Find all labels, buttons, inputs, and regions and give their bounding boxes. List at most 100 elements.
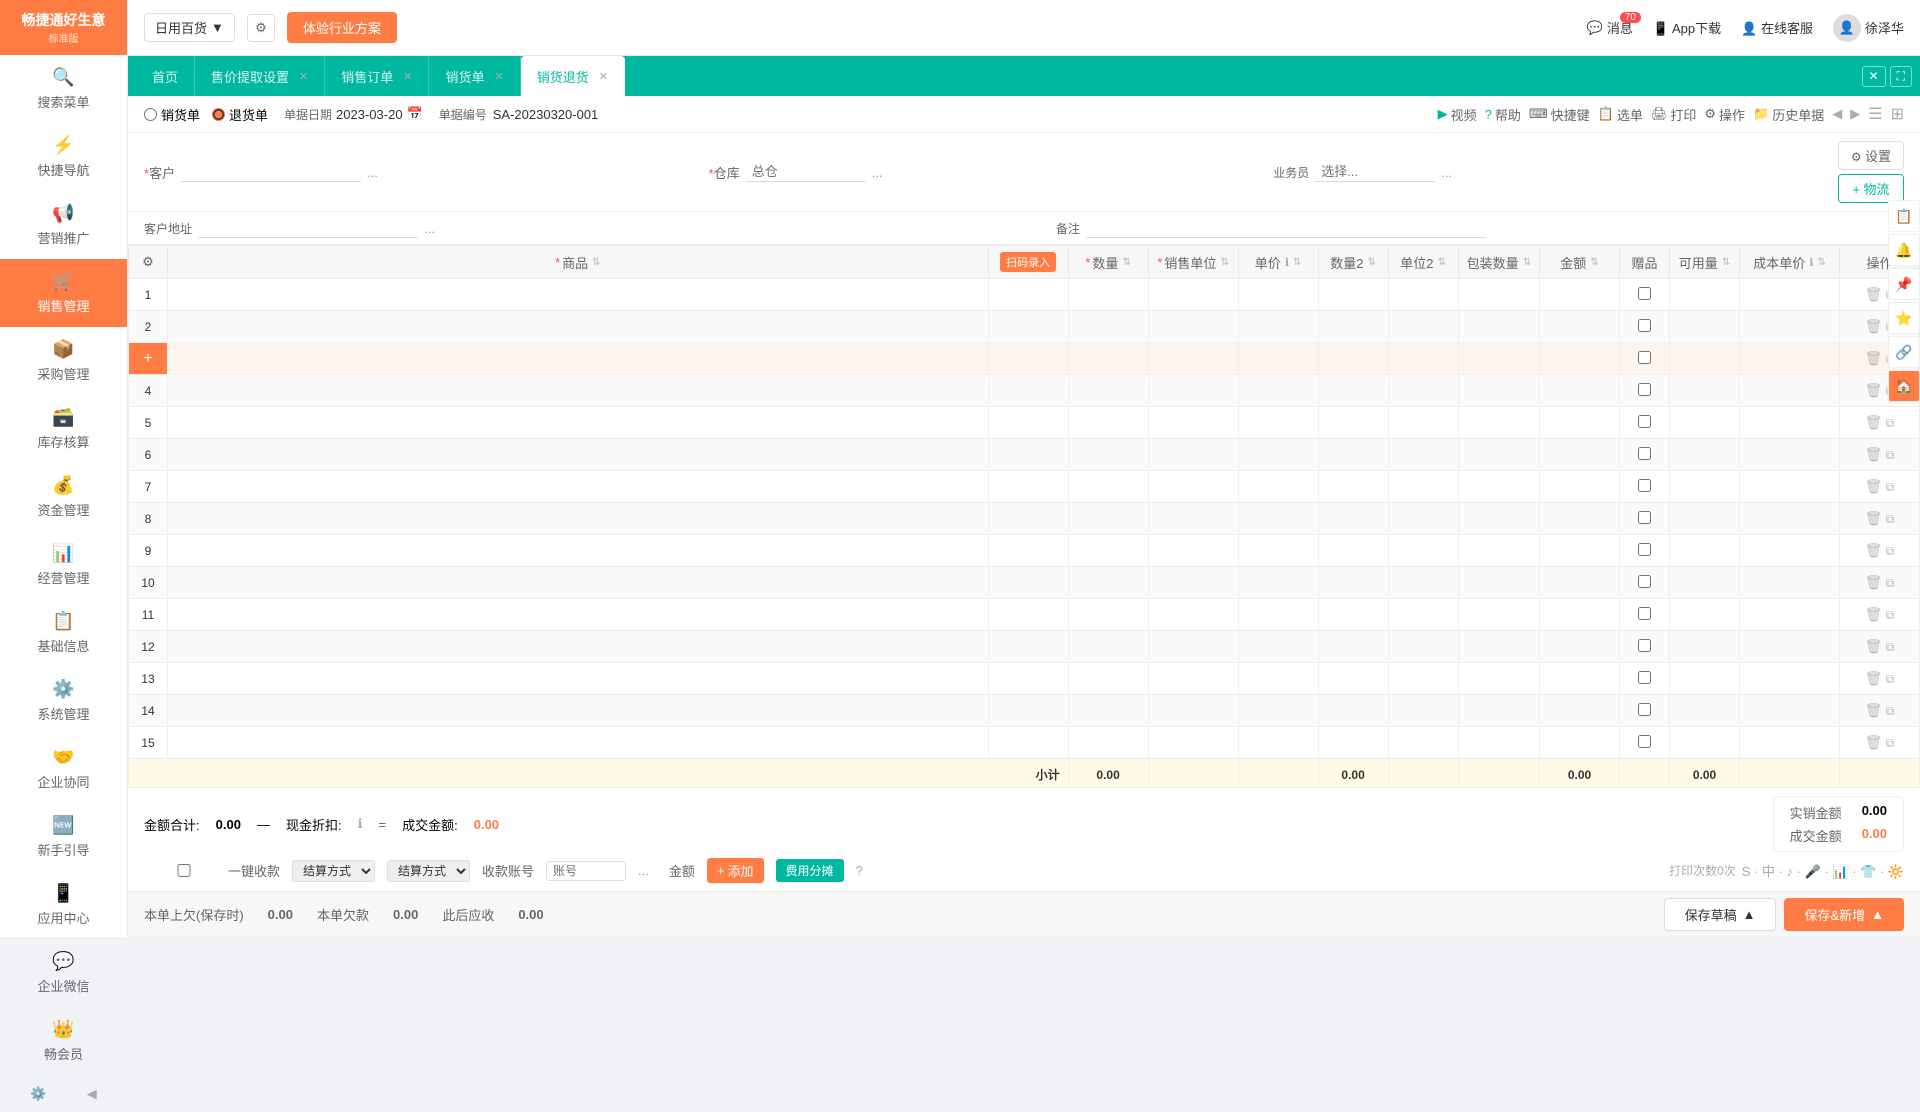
- salesperson-input[interactable]: [1315, 162, 1435, 182]
- available-cell[interactable]: [1670, 695, 1740, 727]
- unit2-cell[interactable]: [1388, 663, 1458, 695]
- sidebar-item-operations[interactable]: 📊 经营管理: [0, 531, 127, 599]
- gift-checkbox[interactable]: [1638, 575, 1651, 588]
- unit2-cell[interactable]: [1388, 567, 1458, 599]
- gift-checkbox[interactable]: [1638, 287, 1651, 300]
- unit-price-cell[interactable]: [1238, 663, 1318, 695]
- unit2-cell[interactable]: [1388, 535, 1458, 567]
- unit2-cell[interactable]: [1388, 727, 1458, 759]
- sale-unit-cell[interactable]: [1148, 695, 1238, 727]
- account-select-btn[interactable]: ...: [638, 863, 649, 878]
- product-cell[interactable]: [168, 663, 989, 695]
- quantity2-cell[interactable]: [1318, 279, 1388, 311]
- unit-price-cell[interactable]: [1238, 311, 1318, 343]
- sidebar-item-marketing[interactable]: 📢 营销推广: [0, 191, 127, 259]
- copy-row-icon[interactable]: ⧉: [1886, 512, 1895, 526]
- sidebar-item-basic-info[interactable]: 📋 基础信息: [0, 599, 127, 667]
- quantity-cell[interactable]: [1068, 599, 1148, 631]
- product-cell[interactable]: [168, 407, 989, 439]
- gift-cell[interactable]: [1620, 279, 1670, 311]
- sidebar-item-apps[interactable]: 📱 应用中心: [0, 871, 127, 939]
- setting-button[interactable]: ⚙ 设置: [1838, 141, 1904, 170]
- quantity-cell[interactable]: [1068, 311, 1148, 343]
- product-cell[interactable]: [168, 599, 989, 631]
- quantity2-cell[interactable]: [1318, 695, 1388, 727]
- col-sort-cost[interactable]: ⇅: [1817, 257, 1825, 268]
- online-service-link[interactable]: 👤 在线客服: [1741, 18, 1813, 37]
- copy-row-icon[interactable]: ⧉: [1886, 480, 1895, 494]
- quantity2-cell[interactable]: [1318, 311, 1388, 343]
- available-cell[interactable]: [1670, 311, 1740, 343]
- unit2-cell[interactable]: [1388, 311, 1458, 343]
- trial-button[interactable]: 体验行业方案: [287, 12, 397, 43]
- quantity2-cell[interactable]: [1318, 439, 1388, 471]
- customer-input[interactable]: [181, 162, 361, 182]
- col-sort-price[interactable]: ⇅: [1293, 257, 1301, 268]
- available-cell[interactable]: [1670, 567, 1740, 599]
- tab-sales-return[interactable]: 销货退货 ✕: [521, 56, 625, 96]
- unit2-cell[interactable]: [1388, 503, 1458, 535]
- gift-cell[interactable]: [1620, 343, 1670, 375]
- unit-price-cell[interactable]: [1238, 631, 1318, 663]
- gift-cell[interactable]: [1620, 631, 1670, 663]
- amount-cell[interactable]: [1540, 727, 1620, 759]
- right-icon-link[interactable]: 🔗: [1888, 336, 1920, 368]
- close-sales-return-tab[interactable]: ✕: [599, 70, 608, 83]
- expense-split-button[interactable]: 费用分摊: [776, 859, 844, 882]
- quantity2-cell[interactable]: [1318, 567, 1388, 599]
- sale-unit-cell[interactable]: [1148, 311, 1238, 343]
- available-cell[interactable]: [1670, 407, 1740, 439]
- delete-row-icon[interactable]: 🗑: [1865, 318, 1883, 334]
- radio-sale-input[interactable]: [144, 108, 157, 121]
- quantity-cell[interactable]: [1068, 407, 1148, 439]
- add-payment-button[interactable]: + 添加: [707, 858, 764, 883]
- gift-cell[interactable]: [1620, 567, 1670, 599]
- pack-qty-cell[interactable]: [1458, 727, 1539, 759]
- add-row-button[interactable]: +: [137, 348, 159, 370]
- amount-cell[interactable]: [1540, 407, 1620, 439]
- pack-qty-cell[interactable]: [1458, 471, 1539, 503]
- pack-qty-cell[interactable]: [1458, 567, 1539, 599]
- radio-return[interactable]: 退货单: [212, 105, 268, 124]
- delete-row-icon[interactable]: 🗑: [1865, 350, 1883, 366]
- copy-row-icon[interactable]: ⧉: [1886, 704, 1895, 718]
- unit-price-cell[interactable]: [1238, 471, 1318, 503]
- close-price-setting-tab[interactable]: ✕: [299, 70, 308, 83]
- cost-price-cell[interactable]: [1740, 567, 1840, 599]
- gift-checkbox[interactable]: [1638, 607, 1651, 620]
- pack-qty-cell[interactable]: [1458, 375, 1539, 407]
- sale-unit-cell[interactable]: [1148, 727, 1238, 759]
- pack-qty-cell[interactable]: [1458, 503, 1539, 535]
- salesperson-select-btn[interactable]: ...: [1441, 165, 1452, 180]
- unit-price-cell[interactable]: [1238, 407, 1318, 439]
- view-list-icon[interactable]: ☰: [1868, 104, 1882, 124]
- quantity2-cell[interactable]: [1318, 631, 1388, 663]
- gift-checkbox[interactable]: [1638, 671, 1651, 684]
- tab-sales-order[interactable]: 销售订单 ✕: [325, 56, 429, 96]
- sidebar-item-quick-nav[interactable]: ⚡ 快捷导航: [0, 123, 127, 191]
- right-icon-clipboard[interactable]: 📋: [1888, 200, 1920, 232]
- operate-btn[interactable]: ⚙操作: [1704, 105, 1745, 124]
- quantity-cell[interactable]: [1068, 631, 1148, 663]
- cost-price-cell[interactable]: [1740, 407, 1840, 439]
- copy-row-icon[interactable]: ⧉: [1886, 416, 1895, 430]
- collapse-icon[interactable]: ◀: [87, 1086, 97, 1102]
- cost-price-cell[interactable]: [1740, 375, 1840, 407]
- cost-price-cell[interactable]: [1740, 599, 1840, 631]
- cost-price-cell[interactable]: [1740, 439, 1840, 471]
- delete-row-icon[interactable]: 🗑: [1865, 478, 1883, 494]
- copy-row-icon[interactable]: ⧉: [1886, 576, 1895, 590]
- pack-qty-cell[interactable]: [1458, 343, 1539, 375]
- cost-price-cell[interactable]: [1740, 663, 1840, 695]
- address-select-btn[interactable]: ...: [424, 221, 435, 236]
- quantity-cell[interactable]: [1068, 343, 1148, 375]
- select-btn[interactable]: 📋选单: [1598, 105, 1643, 124]
- product-cell[interactable]: [168, 631, 989, 663]
- amount-cell[interactable]: [1540, 503, 1620, 535]
- gift-cell[interactable]: [1620, 599, 1670, 631]
- amount-cell[interactable]: [1540, 471, 1620, 503]
- gift-checkbox[interactable]: [1638, 639, 1651, 652]
- warehouse-input[interactable]: [746, 162, 866, 182]
- col-sort-qty[interactable]: ⇅: [1122, 257, 1130, 268]
- product-cell[interactable]: [168, 311, 989, 343]
